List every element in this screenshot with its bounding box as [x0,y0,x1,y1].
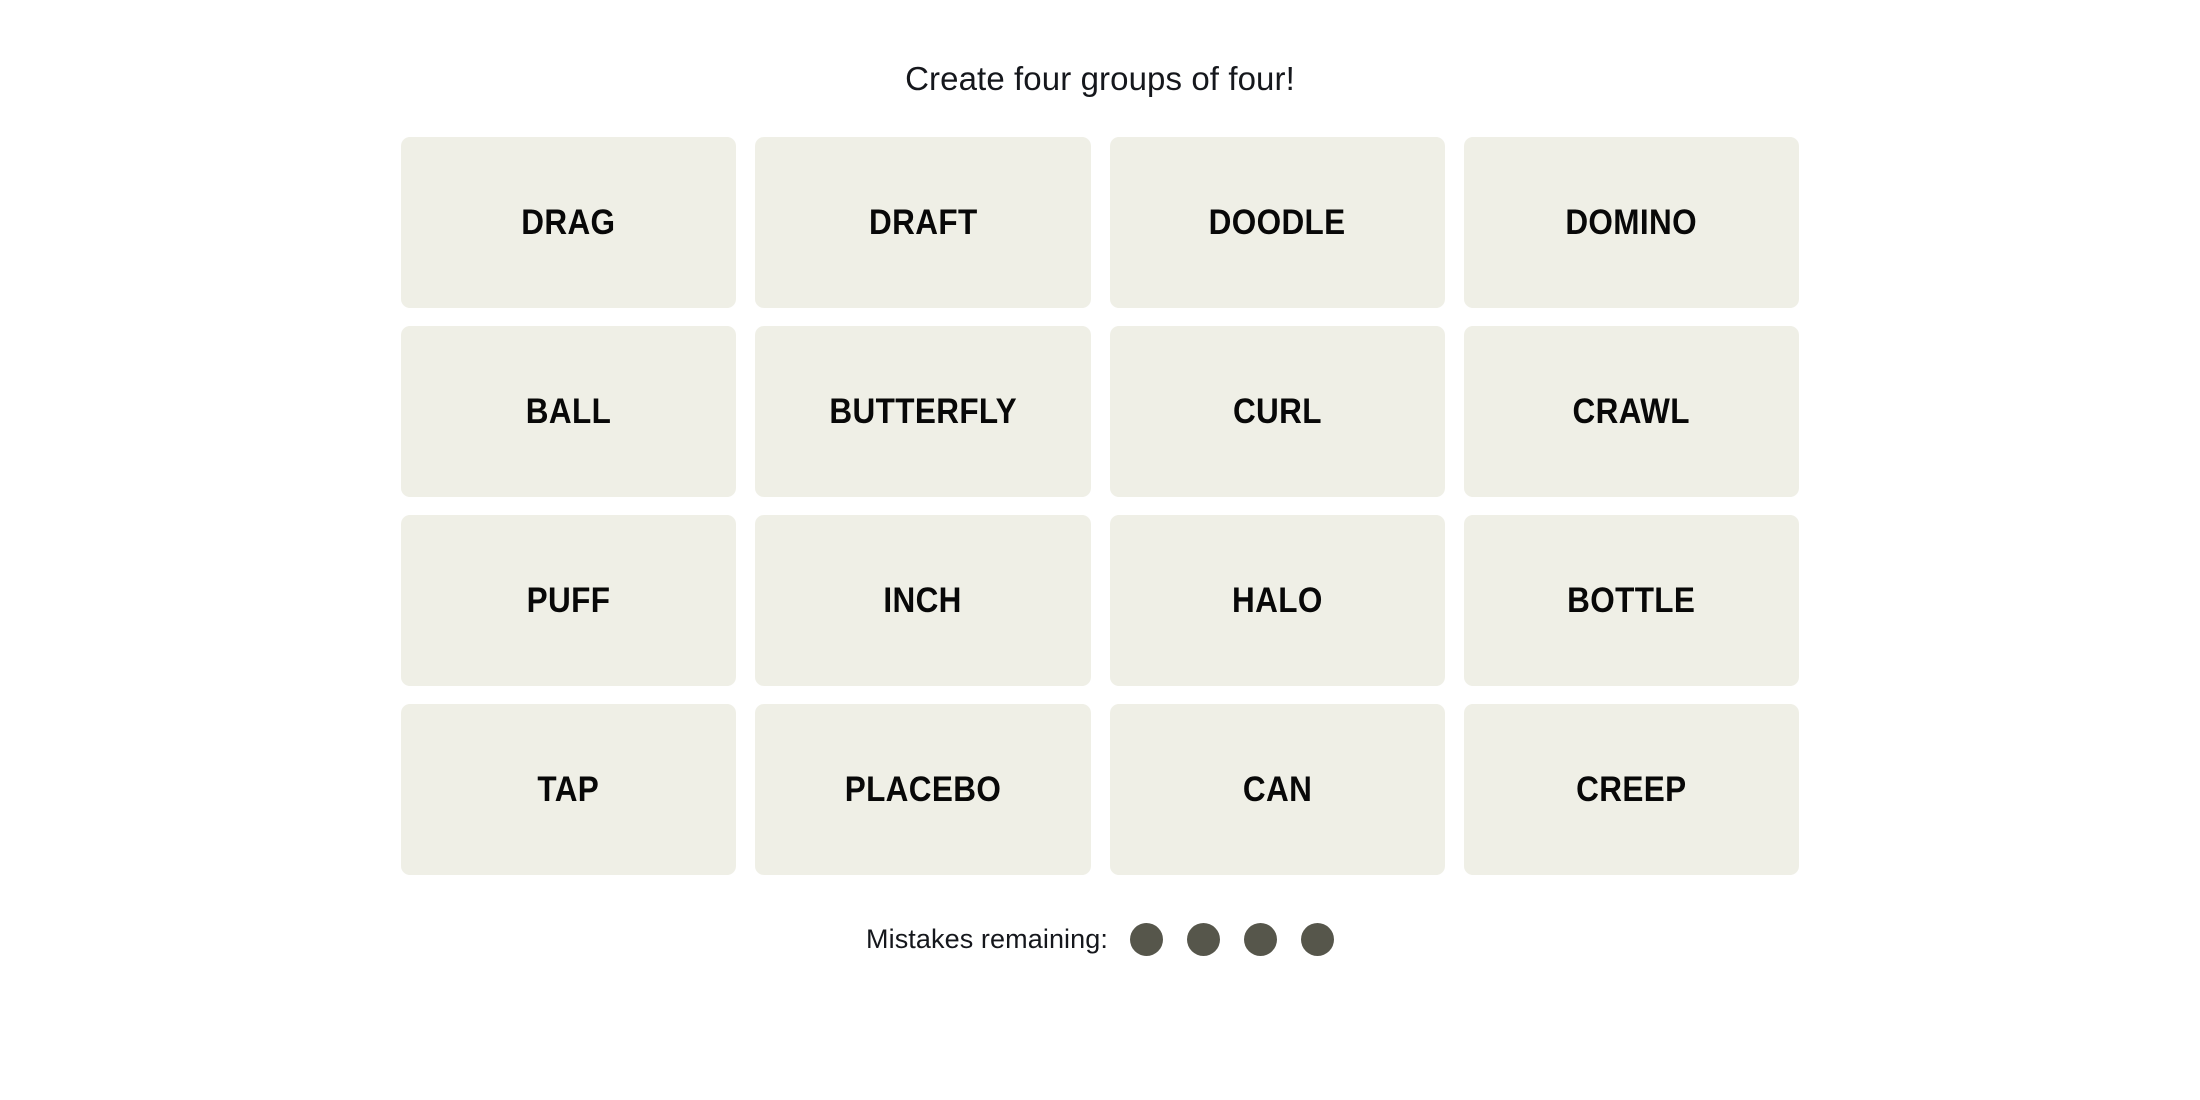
word-tile-grid: DRAG DRAFT DOODLE DOMINO BALL BUTTERFLY … [401,137,1799,875]
word-tile-label: DRAFT [868,203,978,242]
word-tile[interactable]: CREEP [1463,704,1799,875]
mistake-dot-icon [1244,923,1277,956]
word-tile[interactable]: INCH [755,515,1091,686]
word-tile[interactable]: DRAG [401,137,737,308]
word-tile[interactable]: DOODLE [1109,137,1445,308]
word-tile[interactable]: CRAWL [1463,326,1799,497]
word-tile-label: HALO [1231,581,1323,620]
mistakes-remaining: Mistakes remaining: [866,923,1334,956]
mistake-dot-icon [1130,923,1163,956]
word-tile-label: PLACEBO [844,770,1002,809]
word-tile[interactable]: DOMINO [1463,137,1799,308]
mistakes-remaining-label: Mistakes remaining: [866,924,1108,954]
word-tile[interactable]: CURL [1109,326,1445,497]
word-tile[interactable]: BALL [401,326,737,497]
word-tile-label: DRAG [521,203,616,242]
word-tile-label: CRAWL [1572,392,1691,431]
word-tile-label: PUFF [526,581,611,620]
word-tile[interactable]: CAN [1109,704,1445,875]
word-tile-label: TAP [537,770,600,809]
word-tile[interactable]: HALO [1109,515,1445,686]
connections-game: Create four groups of four! DRAG DRAFT D… [0,0,2200,1100]
word-tile[interactable]: PUFF [401,515,737,686]
word-tile-label: DOODLE [1208,203,1346,242]
word-tile-label: DOMINO [1565,203,1698,242]
word-tile[interactable]: BOTTLE [1463,515,1799,686]
mistake-dot-icon [1301,923,1334,956]
word-tile-label: INCH [883,581,963,620]
word-tile[interactable]: BUTTERFLY [755,326,1091,497]
word-tile-label: CREEP [1576,770,1687,809]
word-tile-label: CAN [1242,770,1312,809]
mistake-dot-list [1130,923,1334,956]
page-title: Create four groups of four! [905,60,1295,97]
word-tile[interactable]: TAP [401,704,737,875]
mistake-dot-icon [1187,923,1220,956]
word-tile-label: BALL [525,392,612,431]
word-tile[interactable]: PLACEBO [755,704,1091,875]
word-tile-label: CURL [1232,392,1322,431]
word-tile[interactable]: DRAFT [755,137,1091,308]
word-tile-label: BUTTERFLY [829,392,1017,431]
word-tile-label: BOTTLE [1567,581,1696,620]
